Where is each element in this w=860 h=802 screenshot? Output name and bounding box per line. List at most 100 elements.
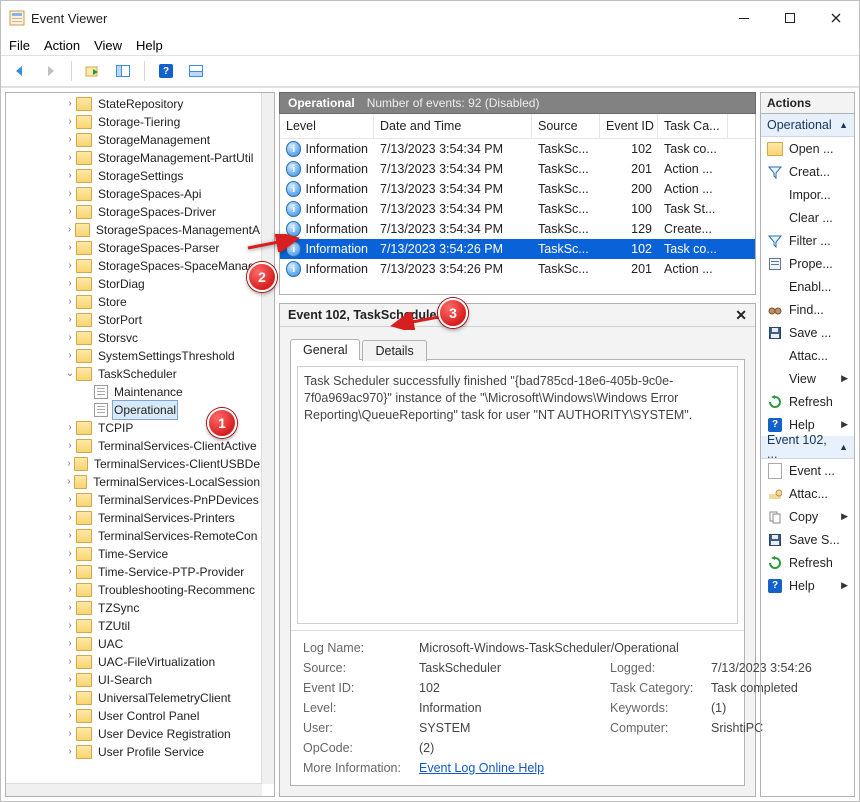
tree-node[interactable]: ›StorageSpaces-SpaceManag [6,257,262,275]
tree-node[interactable]: ›UAC-FileVirtualization [6,653,262,671]
column-category[interactable]: Task Ca... [658,114,728,138]
column-level[interactable]: Level [280,114,374,138]
tree-node[interactable]: ›TerminalServices-LocalSession [6,473,262,491]
tree-node[interactable]: ›StorageSpaces-Parser [6,239,262,257]
actions-section-event[interactable]: Event 102, ... ▲ [761,436,854,459]
menu-file[interactable]: File [9,38,30,53]
column-datetime[interactable]: Date and Time [374,114,532,138]
show-tree-button[interactable] [80,58,106,84]
expand-toggle[interactable]: › [64,635,76,653]
actions-item[interactable]: Event ... [761,459,854,482]
tree-node[interactable]: ›StorDiag [6,275,262,293]
tree-node[interactable]: ›TerminalServices-Printers [6,509,262,527]
tree-node[interactable]: ›Store [6,293,262,311]
actions-item[interactable]: Attac... [761,344,854,367]
tree-node[interactable]: ›StorageSettings [6,167,262,185]
expand-toggle[interactable]: › [64,257,76,275]
table-row[interactable]: iInformation7/13/2023 3:54:26 PMTaskSc..… [280,259,755,279]
tree-node[interactable]: ›User Profile Service [6,743,262,761]
actions-item[interactable]: Impor... [761,183,854,206]
actions-item[interactable]: Save S... [761,528,854,551]
forward-button[interactable] [37,58,63,84]
expand-toggle[interactable]: › [64,563,76,581]
actions-item[interactable]: Refresh [761,551,854,574]
tree-node[interactable]: ›StorageSpaces-ManagementA [6,221,262,239]
tree-node[interactable]: ›UAC [6,635,262,653]
actions-section-operational[interactable]: Operational ▲ [761,114,854,137]
tree-view[interactable]: ›StateRepository›Storage-Tiering ›Storage… [6,93,262,784]
tree-node[interactable]: ›StateRepository [6,95,262,113]
expand-toggle[interactable]: › [64,743,76,761]
expand-toggle[interactable]: ⌄ [64,365,76,383]
preview-pane-button[interactable] [183,58,209,84]
expand-toggle[interactable]: › [64,509,76,527]
tree-node[interactable]: ›TerminalServices-RemoteCon [6,527,262,545]
actions-item[interactable]: View▶ [761,367,854,390]
actions-item[interactable]: Copy▶ [761,505,854,528]
expand-toggle[interactable]: › [64,347,76,365]
tree-node[interactable]: ⌄TaskScheduler [6,365,262,383]
expand-toggle[interactable]: › [64,275,76,293]
tree-node[interactable]: ›StorPort [6,311,262,329]
scroll-down-button[interactable]: ▼ [262,772,274,784]
actions-item[interactable]: Find... [761,298,854,321]
column-source[interactable]: Source [532,114,600,138]
menu-view[interactable]: View [94,38,122,53]
back-button[interactable] [7,58,33,84]
menu-help[interactable]: Help [136,38,163,53]
pane-toggle-button[interactable] [110,58,136,84]
expand-toggle[interactable]: › [64,617,76,635]
actions-item[interactable]: Enabl... [761,275,854,298]
help-button[interactable]: ? [153,58,179,84]
detail-close-button[interactable]: ✕ [735,307,747,324]
expand-toggle[interactable]: › [64,293,76,311]
maximize-button[interactable] [767,1,813,35]
actions-item[interactable]: Refresh [761,390,854,413]
expand-toggle[interactable]: › [64,149,76,167]
tree-node[interactable]: ›User Control Panel [6,707,262,725]
event-grid[interactable]: Level Date and Time Source Event ID Task… [279,114,756,295]
actions-item[interactable]: Open ... [761,137,854,160]
tree-node[interactable]: ›TerminalServices-PnPDevices [6,491,262,509]
menu-action[interactable]: Action [44,38,80,53]
expand-toggle[interactable]: › [64,437,76,455]
actions-item[interactable]: Attac... [761,482,854,505]
actions-item[interactable]: Creat... [761,160,854,183]
expand-toggle[interactable]: › [64,455,74,473]
expand-toggle[interactable]: › [64,419,76,437]
tree-node[interactable]: ›Troubleshooting-Recommenc [6,581,262,599]
expand-toggle[interactable]: › [64,707,76,725]
table-row[interactable]: iInformation7/13/2023 3:54:34 PMTaskSc..… [280,199,755,219]
close-button[interactable] [813,1,859,35]
table-row[interactable]: iInformation7/13/2023 3:54:34 PMTaskSc..… [280,219,755,239]
expand-toggle[interactable]: › [64,491,76,509]
table-row[interactable]: iInformation7/13/2023 3:54:26 PMTaskSc..… [280,239,755,259]
tree-node[interactable]: ›SystemSettingsThreshold [6,347,262,365]
minimize-button[interactable] [721,1,767,35]
moreinfo-link[interactable]: Event Log Online Help [419,761,544,775]
expand-toggle[interactable]: › [64,725,76,743]
actions-item[interactable]: Save ... [761,321,854,344]
expand-toggle[interactable]: › [64,239,76,257]
tree-node[interactable]: ›TZSync [6,599,262,617]
actions-item[interactable]: Prope... [761,252,854,275]
tree-node[interactable]: ›Time-Service-PTP-Provider [6,563,262,581]
expand-toggle[interactable]: › [64,131,76,149]
tree-node[interactable]: ›UniversalTelemetryClient [6,689,262,707]
actions-item[interactable]: Filter ... [761,229,854,252]
column-eventid[interactable]: Event ID [600,114,658,138]
tree-node[interactable]: ›Storage-Tiering [6,113,262,131]
scroll-up-button[interactable]: ▲ [262,93,274,105]
expand-toggle[interactable]: › [64,167,76,185]
tree-node[interactable]: ›StorageSpaces-Driver [6,203,262,221]
expand-toggle[interactable]: › [64,545,76,563]
expand-toggle[interactable]: › [64,311,76,329]
table-row[interactable]: iInformation7/13/2023 3:54:34 PMTaskSc..… [280,179,755,199]
actions-item[interactable]: ?Help▶ [761,574,854,597]
expand-toggle[interactable]: › [64,689,76,707]
tree-node[interactable]: ›TZUtil [6,617,262,635]
expand-toggle[interactable]: › [64,329,76,347]
title-bar[interactable]: Event Viewer [1,1,859,35]
table-row[interactable]: iInformation7/13/2023 3:54:34 PMTaskSc..… [280,159,755,179]
expand-toggle[interactable]: › [64,221,75,239]
